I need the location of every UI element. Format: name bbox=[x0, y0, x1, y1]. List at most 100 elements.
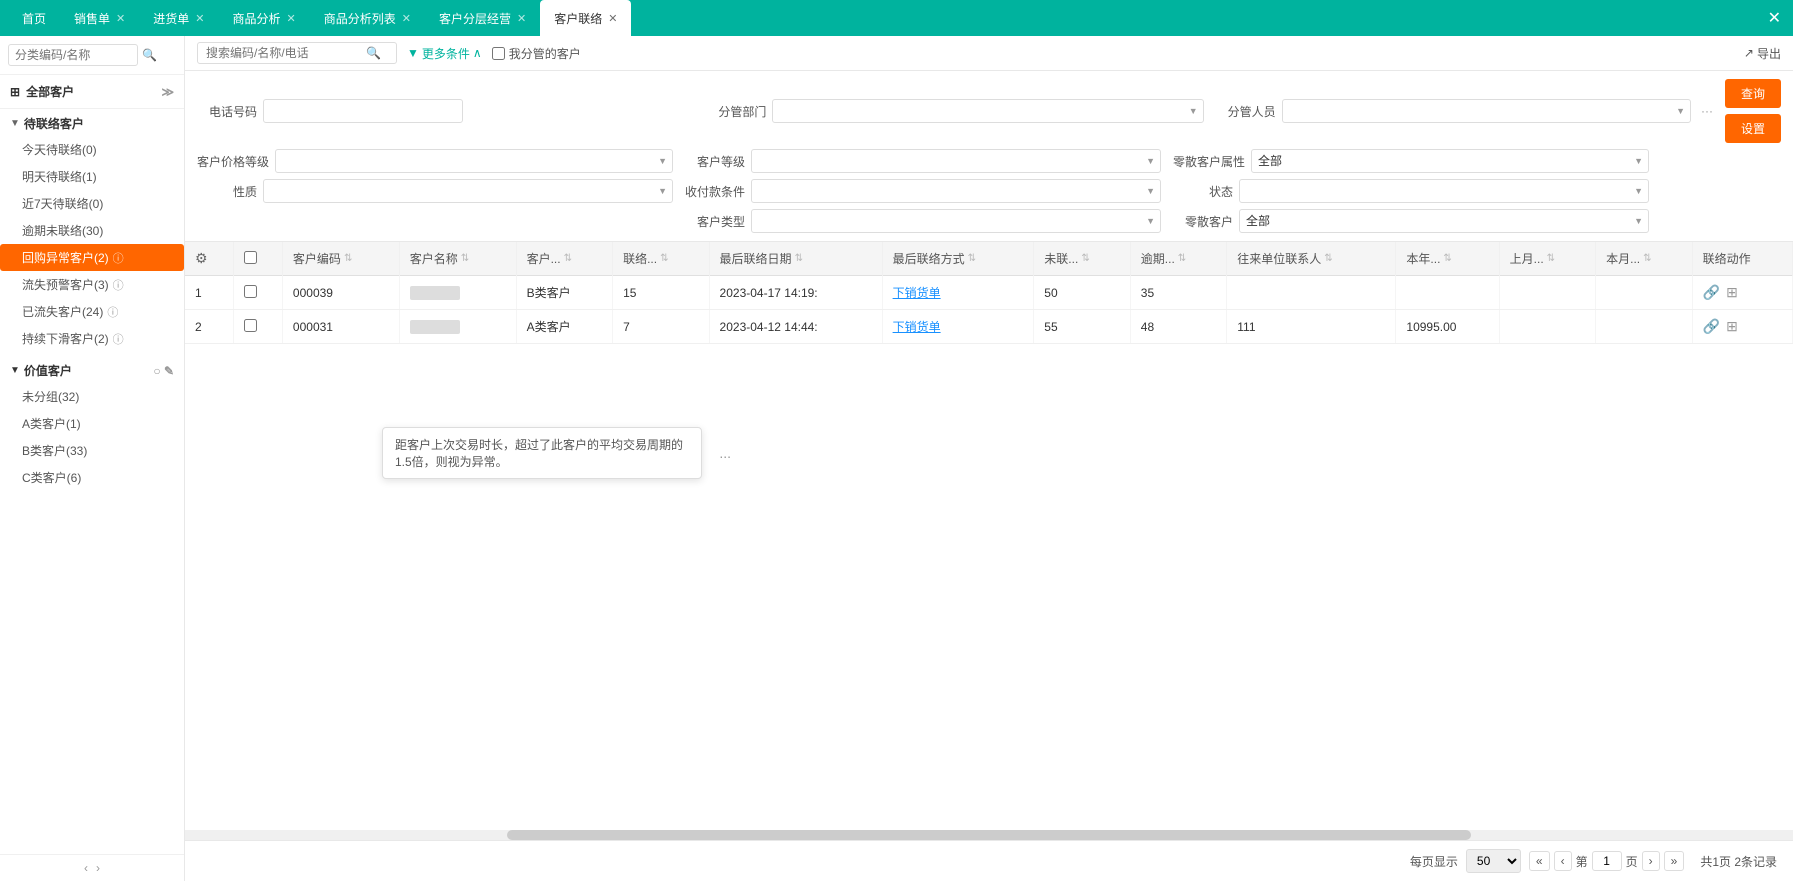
page-number-input[interactable] bbox=[1592, 851, 1622, 871]
dept-select[interactable] bbox=[772, 99, 1203, 123]
sort-uncontacted-icon[interactable]: ⇅ bbox=[1081, 253, 1089, 264]
my-customers-checkbox[interactable] bbox=[492, 47, 505, 60]
nav-customer-contact[interactable]: 客户联络 ✕ bbox=[540, 0, 631, 36]
page-nav: « ‹ 第 页 › » bbox=[1529, 851, 1684, 871]
phone-input[interactable] bbox=[263, 99, 463, 123]
sidebar-search-input[interactable] bbox=[8, 44, 138, 66]
retail-attr-select[interactable]: 全部 bbox=[1251, 149, 1649, 173]
sort-code-icon[interactable]: ⇅ bbox=[344, 253, 352, 264]
more-conditions-btn[interactable]: ▼ 更多条件 ∧ bbox=[407, 45, 482, 62]
tooltip-more-icon[interactable]: ... bbox=[719, 445, 731, 461]
nav-purchase-close[interactable]: ✕ bbox=[195, 12, 204, 25]
customer-type-select[interactable] bbox=[751, 209, 1161, 233]
sort-name-icon[interactable]: ⇅ bbox=[461, 253, 469, 264]
nav-customer-contact-close[interactable]: ✕ bbox=[608, 12, 617, 25]
sidebar-item-typeB[interactable]: B类客户(33) bbox=[0, 437, 184, 464]
row-link-icon-0[interactable]: 🔗 bbox=[1703, 284, 1720, 301]
search-input[interactable] bbox=[206, 46, 366, 60]
contact-method-link-1[interactable]: 下销货单 bbox=[893, 320, 941, 334]
nav-product-list-close[interactable]: ✕ bbox=[402, 12, 411, 25]
row-checkbox-0[interactable] bbox=[244, 285, 257, 298]
sidebar-bottom-nav[interactable]: ‹ › bbox=[0, 854, 184, 881]
customer-grade-select[interactable] bbox=[751, 149, 1161, 173]
cell-check-1[interactable] bbox=[233, 310, 282, 344]
prev-page-btn[interactable]: ‹ bbox=[1554, 851, 1572, 871]
nav-customer-tier[interactable]: 客户分层经营 ✕ bbox=[425, 0, 540, 36]
next-page-btn[interactable]: › bbox=[1642, 851, 1660, 871]
cell-method-1[interactable]: 下销货单 bbox=[882, 310, 1034, 344]
nav-sales[interactable]: 销售单 ✕ bbox=[60, 0, 139, 36]
cell-type-1: A类客户 bbox=[516, 310, 612, 344]
sort-last-date-icon[interactable]: ⇅ bbox=[795, 253, 803, 264]
sidebar-pending-group[interactable]: ▼ 待联络客户 bbox=[0, 109, 184, 136]
gear-icon[interactable]: ⚙ bbox=[195, 250, 208, 266]
nav-sales-close[interactable]: ✕ bbox=[116, 12, 125, 25]
nav-customer-tier-close[interactable]: ✕ bbox=[517, 12, 526, 25]
sort-overdue-icon[interactable]: ⇅ bbox=[1178, 253, 1186, 264]
price-grade-select[interactable] bbox=[275, 149, 673, 173]
sort-contact-icon[interactable]: ⇅ bbox=[660, 253, 668, 264]
sidebar-collapse-btn[interactable]: ≫ bbox=[161, 85, 174, 99]
nav-product-analysis[interactable]: 商品分析 ✕ bbox=[218, 0, 309, 36]
last-page-btn[interactable]: » bbox=[1664, 851, 1685, 871]
nav-product-analysis-close[interactable]: ✕ bbox=[287, 12, 296, 25]
query-button[interactable]: 查询 bbox=[1725, 79, 1781, 108]
status-select[interactable] bbox=[1239, 179, 1649, 203]
row-link-icon-1[interactable]: 🔗 bbox=[1703, 318, 1720, 335]
settings-button[interactable]: 设置 bbox=[1725, 114, 1781, 143]
pay-cond-select[interactable] bbox=[751, 179, 1161, 203]
export-button[interactable]: ↗ 导出 bbox=[1744, 45, 1781, 62]
nav-purchase[interactable]: 进货单 ✕ bbox=[139, 0, 218, 36]
sort-person-icon[interactable]: ⇅ bbox=[1324, 253, 1332, 264]
sort-last-month-icon[interactable]: ⇅ bbox=[1547, 253, 1555, 264]
my-customers-toggle[interactable]: 我分管的客户 bbox=[492, 45, 581, 62]
scrollbar-thumb[interactable] bbox=[507, 830, 1472, 840]
sidebar-right-arrow-icon[interactable]: › bbox=[96, 861, 100, 875]
select-all-checkbox[interactable] bbox=[244, 251, 257, 264]
sidebar-item-continuous-down[interactable]: 持续下滑客户(2) ⓘ bbox=[0, 325, 184, 352]
sidebar-item-tomorrow[interactable]: 明天待联络(1) bbox=[0, 163, 184, 190]
cell-method-0[interactable]: 下销货单 bbox=[882, 276, 1034, 310]
contact-method-link-0[interactable]: 下销货单 bbox=[893, 286, 941, 300]
col-checkbox[interactable] bbox=[233, 242, 282, 276]
row-checkbox-1[interactable] bbox=[244, 319, 257, 332]
close-all-tabs[interactable]: ✕ bbox=[1768, 8, 1781, 28]
sidebar-left-arrow-icon[interactable]: ‹ bbox=[84, 861, 88, 875]
sidebar-item-repurchase-abnormal[interactable]: 回购异常客户(2) ⓘ bbox=[0, 244, 184, 271]
nav-product-list[interactable]: 商品分析列表 ✕ bbox=[310, 0, 425, 36]
first-page-btn[interactable]: « bbox=[1529, 851, 1550, 871]
sidebar-edit-icons[interactable]: ○ ✎ bbox=[153, 364, 174, 378]
cell-check-0[interactable] bbox=[233, 276, 282, 310]
sidebar-item-typeC[interactable]: C类客户(6) bbox=[0, 464, 184, 491]
row-grid-icon-1[interactable]: ⊞ bbox=[1726, 318, 1738, 335]
person-more-icon[interactable]: ··· bbox=[1701, 104, 1713, 118]
sort-type-icon[interactable]: ⇅ bbox=[564, 253, 572, 264]
table-horizontal-scrollbar[interactable] bbox=[185, 830, 1793, 840]
sort-method-icon[interactable]: ⇅ bbox=[968, 253, 976, 264]
search-icon[interactable]: 🔍 bbox=[366, 46, 381, 60]
nav-home[interactable]: 首页 bbox=[8, 0, 60, 36]
sidebar-search-icon[interactable]: 🔍 bbox=[142, 48, 157, 62]
sort-this-month-icon[interactable]: ⇅ bbox=[1643, 253, 1651, 264]
sidebar-item-already-lost[interactable]: 已流失客户(24) ⓘ bbox=[0, 298, 184, 325]
sidebar-item-today[interactable]: 今天待联络(0) bbox=[0, 136, 184, 163]
person-select[interactable] bbox=[1282, 99, 1691, 123]
cell-actions-1: 🔗 ⊞ bbox=[1692, 310, 1792, 344]
cell-person-1: 111 bbox=[1227, 310, 1396, 344]
already-lost-info-icon: ⓘ bbox=[107, 304, 118, 320]
cell-contact-0: 15 bbox=[613, 276, 709, 310]
retail-customer-select[interactable]: 全部 bbox=[1239, 209, 1649, 233]
sidebar-item-7days[interactable]: 近7天待联络(0) bbox=[0, 190, 184, 217]
sidebar-item-typeA[interactable]: A类客户(1) bbox=[0, 410, 184, 437]
sidebar-value-group-title[interactable]: ▼ 价值客户 ○ ✎ bbox=[0, 356, 184, 383]
sort-year-icon[interactable]: ⇅ bbox=[1443, 253, 1451, 264]
total-label: 共1页 2条记录 bbox=[1700, 853, 1777, 870]
sidebar-item-lost-pending[interactable]: 流失预警客户(3) ⓘ bbox=[0, 271, 184, 298]
sidebar-item-overdue[interactable]: 逾期未联络(30) bbox=[0, 217, 184, 244]
sidebar: 🔍 ⊞ 全部客户 ≫ ▼ 待联络客户 今天待联络(0) 明天待联络(1) 近7天… bbox=[0, 36, 185, 881]
col-gear[interactable]: ⚙ bbox=[185, 242, 233, 276]
row-grid-icon-0[interactable]: ⊞ bbox=[1726, 284, 1738, 301]
sidebar-item-ungrouped[interactable]: 未分组(32) bbox=[0, 383, 184, 410]
page-size-select[interactable]: 50 20 100 bbox=[1466, 849, 1521, 873]
gender-select[interactable] bbox=[263, 179, 673, 203]
